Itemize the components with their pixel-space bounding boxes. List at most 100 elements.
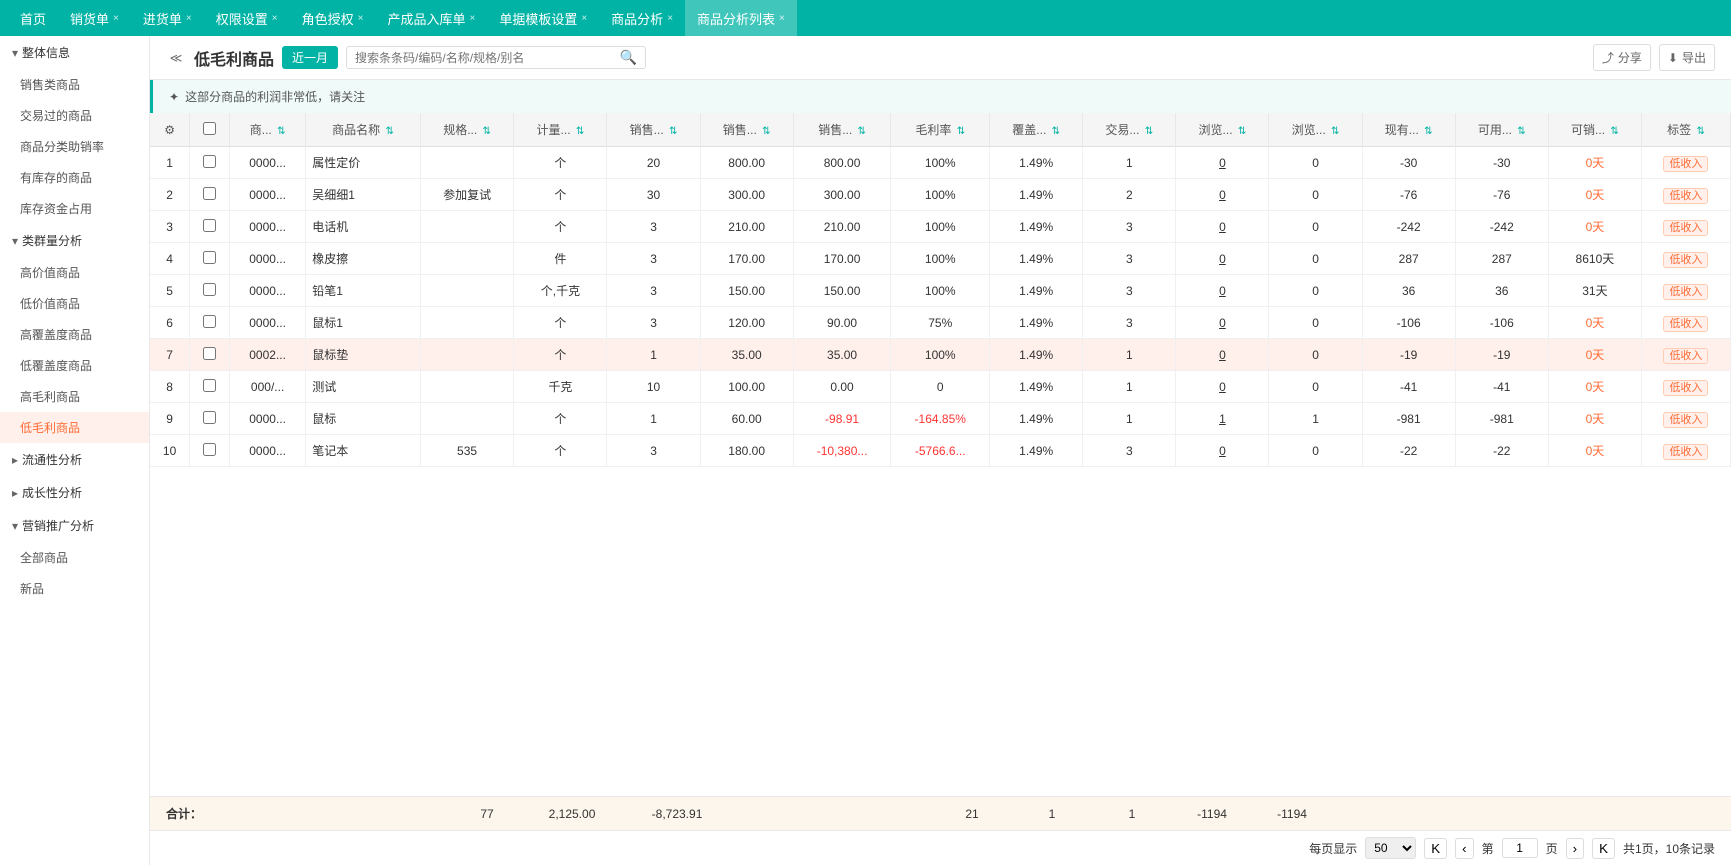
row-checkbox[interactable] (203, 347, 216, 360)
cell-views1[interactable]: 1 (1176, 403, 1269, 435)
col-settings[interactable]: ⚙ (150, 113, 190, 147)
col-views1[interactable]: 浏览... ⇅ (1176, 113, 1269, 147)
cell-sales-price: 150.00 (700, 275, 793, 307)
close-icon[interactable]: × (779, 13, 785, 24)
sidebar-item-high-margin[interactable]: 高毛利商品 (0, 381, 149, 412)
nav-sales-order[interactable]: 销货单 × (58, 0, 131, 36)
sidebar-item-category-rate[interactable]: 商品分类助销率 (0, 131, 149, 162)
row-checkbox[interactable] (203, 155, 216, 168)
export-button[interactable]: ⬇ 导出 (1659, 44, 1715, 71)
col-spec[interactable]: 规格... ⇅ (420, 113, 514, 147)
cell-checkbox[interactable] (190, 179, 230, 211)
page-prev-button[interactable]: ‹ (1455, 838, 1473, 859)
nav-purchase-order[interactable]: 进货单 × (131, 0, 204, 36)
row-checkbox[interactable] (203, 219, 216, 232)
sidebar-item-high-value[interactable]: 高价值商品 (0, 257, 149, 288)
cell-views1[interactable]: 0 (1176, 179, 1269, 211)
cell-views1[interactable]: 0 (1176, 339, 1269, 371)
cell-views1[interactable]: 0 (1176, 147, 1269, 179)
sidebar-section-growth[interactable]: ▸ 成长性分析 (0, 476, 149, 509)
nav-role-auth[interactable]: 角色授权 × (290, 0, 376, 36)
page-number-input[interactable] (1502, 838, 1538, 858)
cell-checkbox[interactable] (190, 371, 230, 403)
cell-checkbox[interactable] (190, 403, 230, 435)
cell-sales-qty: 30 (607, 179, 700, 211)
col-transaction[interactable]: 交易... ⇅ (1083, 113, 1176, 147)
cell-views1[interactable]: 0 (1176, 371, 1269, 403)
cell-checkbox[interactable] (190, 211, 230, 243)
search-icon[interactable]: 🔍 (620, 49, 637, 66)
sidebar-item-low-coverage[interactable]: 低覆盖度商品 (0, 350, 149, 381)
cell-checkbox[interactable] (190, 147, 230, 179)
nav-product-analysis[interactable]: 商品分析 × (599, 0, 685, 36)
row-checkbox[interactable] (203, 251, 216, 264)
page-first-button[interactable]: K (1424, 838, 1447, 859)
col-sales-qty[interactable]: 销售... ⇅ (607, 113, 700, 147)
cell-checkbox[interactable] (190, 275, 230, 307)
col-sales-profit[interactable]: 销售... ⇅ (793, 113, 891, 147)
nav-product-instock[interactable]: 产成品入库单 × (375, 0, 487, 36)
sidebar-item-stock-capital[interactable]: 库存资金占用 (0, 193, 149, 224)
sidebar-item-low-margin[interactable]: 低毛利商品 (0, 412, 149, 443)
row-checkbox[interactable] (203, 443, 216, 456)
row-checkbox[interactable] (203, 411, 216, 424)
nav-permission[interactable]: 权限设置 × (204, 0, 290, 36)
select-all-checkbox[interactable] (203, 122, 216, 135)
cell-views1[interactable]: 0 (1176, 275, 1269, 307)
close-icon[interactable]: × (358, 13, 364, 24)
sidebar-item-all-goods[interactable]: 全部商品 (0, 542, 149, 573)
sidebar-item-stocked-goods[interactable]: 有库存的商品 (0, 162, 149, 193)
cell-views1[interactable]: 0 (1176, 435, 1269, 467)
sidebar-section-cluster[interactable]: ▾ 类群量分析 (0, 224, 149, 257)
col-tag[interactable]: 标签 ⇅ (1641, 113, 1730, 147)
sidebar-item-new-goods[interactable]: 新品 (0, 573, 149, 604)
col-views2[interactable]: 浏览... ⇅ (1269, 113, 1362, 147)
col-saleable[interactable]: 可销... ⇅ (1548, 113, 1641, 147)
cell-checkbox[interactable] (190, 243, 230, 275)
row-checkbox[interactable] (203, 379, 216, 392)
row-checkbox[interactable] (203, 315, 216, 328)
col-available[interactable]: 可用... ⇅ (1455, 113, 1548, 147)
close-icon[interactable]: × (272, 13, 278, 24)
sidebar-item-sales-goods[interactable]: 销售类商品 (0, 69, 149, 100)
nav-template-settings[interactable]: 单据模板设置 × (487, 0, 599, 36)
nav-home[interactable]: 首页 (8, 0, 58, 36)
close-icon[interactable]: × (667, 13, 673, 24)
col-sales-price[interactable]: 销售... ⇅ (700, 113, 793, 147)
col-unit[interactable]: 计量... ⇅ (514, 113, 607, 147)
cell-checkbox[interactable] (190, 435, 230, 467)
cell-views1[interactable]: 0 (1176, 307, 1269, 339)
col-gross-rate[interactable]: 毛利率 ⇅ (891, 113, 990, 147)
close-icon[interactable]: × (469, 13, 475, 24)
cell-views1[interactable]: 0 (1176, 243, 1269, 275)
cell-checkbox[interactable] (190, 339, 230, 371)
close-icon[interactable]: × (581, 13, 587, 24)
filter-recent-month-button[interactable]: 近一月 (282, 46, 338, 69)
close-icon[interactable]: × (186, 13, 192, 24)
page-next-button[interactable]: › (1566, 838, 1584, 859)
sidebar-section-flow[interactable]: ▸ 流通性分析 (0, 443, 149, 476)
cell-checkbox[interactable] (190, 307, 230, 339)
col-coverage[interactable]: 覆盖... ⇅ (990, 113, 1083, 147)
cell-code: 0000... (230, 147, 306, 179)
sidebar-item-traded-goods[interactable]: 交易过的商品 (0, 100, 149, 131)
col-code[interactable]: 商... ⇅ (230, 113, 306, 147)
row-checkbox[interactable] (203, 283, 216, 296)
sidebar-collapse-icon[interactable]: ≪ (166, 48, 186, 68)
cell-views1[interactable]: 0 (1176, 211, 1269, 243)
cell-current-stock: 287 (1362, 243, 1455, 275)
per-page-select[interactable]: 50 100 200 (1365, 837, 1416, 859)
page-last-button[interactable]: K (1592, 838, 1615, 859)
sidebar-item-low-value[interactable]: 低价值商品 (0, 288, 149, 319)
col-name[interactable]: 商品名称 ⇅ (306, 113, 421, 147)
close-icon[interactable]: × (113, 13, 119, 24)
col-current-stock[interactable]: 现有... ⇅ (1362, 113, 1455, 147)
search-input[interactable] (355, 51, 620, 65)
sidebar-item-high-coverage[interactable]: 高覆盖度商品 (0, 319, 149, 350)
nav-product-analysis-list[interactable]: 商品分析列表 × (685, 0, 797, 36)
sidebar-section-marketing[interactable]: ▾ 营销推广分析 (0, 509, 149, 542)
row-checkbox[interactable] (203, 187, 216, 200)
col-checkbox[interactable] (190, 113, 230, 147)
share-button[interactable]: ⤴ 分享 (1593, 44, 1651, 71)
sidebar-section-overall[interactable]: ▾ 整体信息 (0, 36, 149, 69)
